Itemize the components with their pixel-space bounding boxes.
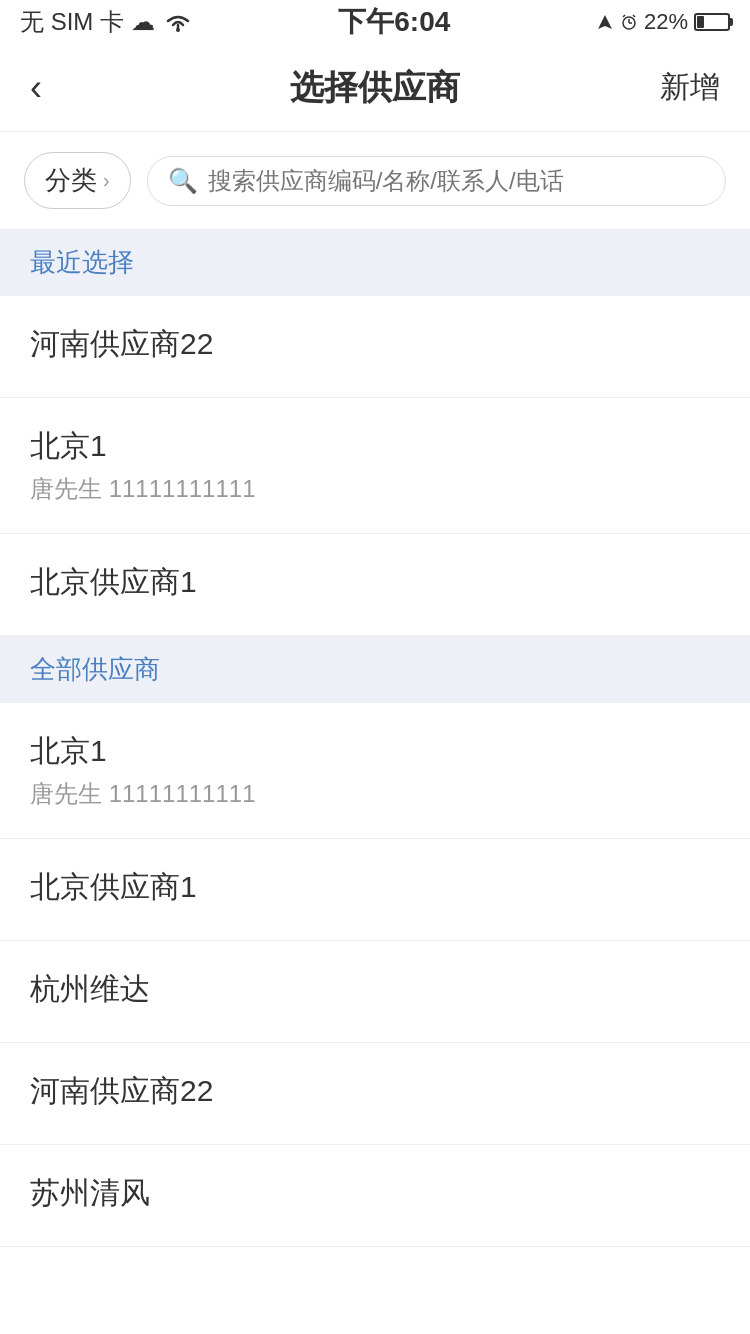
svg-marker-1	[598, 15, 612, 29]
status-right: 22%	[596, 9, 730, 35]
list-item[interactable]: 河南供应商22	[0, 1043, 750, 1145]
svg-line-6	[633, 15, 635, 17]
no-sim-text: 无 SIM 卡 ☁	[20, 6, 155, 38]
item-sub: 唐先生 11111111111	[30, 473, 720, 505]
alarm-icon	[620, 13, 638, 31]
location-icon	[596, 13, 614, 31]
list-item[interactable]: 北京供应商1	[0, 534, 750, 636]
item-name: 北京1	[30, 426, 720, 467]
list-item[interactable]: 河南供应商22	[0, 296, 750, 398]
item-name: 河南供应商22	[30, 1071, 720, 1112]
status-left: 无 SIM 卡 ☁	[20, 6, 193, 38]
back-button[interactable]: ‹	[30, 67, 90, 109]
category-filter[interactable]: 分类 ›	[24, 152, 131, 209]
item-name: 北京供应商1	[30, 867, 720, 908]
chevron-icon: ›	[103, 169, 110, 192]
list-item[interactable]: 北京1 唐先生 11111111111	[0, 398, 750, 534]
nav-bar: ‹ 选择供应商 新增	[0, 44, 750, 132]
list-item[interactable]: 苏州清风	[0, 1145, 750, 1247]
supplier-list: 最近选择河南供应商22 北京1 唐先生 11111111111 北京供应商1 全部供应商…	[0, 229, 750, 1247]
filter-bar: 分类 › 🔍	[0, 132, 750, 229]
list-item[interactable]: 杭州维达	[0, 941, 750, 1043]
search-input[interactable]	[208, 167, 705, 195]
list-item[interactable]: 北京供应商1	[0, 839, 750, 941]
section-header-all: 全部供应商	[0, 636, 750, 703]
item-name: 杭州维达	[30, 969, 720, 1010]
svg-point-0	[176, 28, 180, 32]
category-label: 分类	[45, 163, 97, 198]
battery-percent: 22%	[644, 9, 688, 35]
status-time: 下午6:04	[338, 3, 450, 41]
item-name: 北京供应商1	[30, 562, 720, 603]
page-title: 选择供应商	[90, 65, 660, 111]
svg-line-5	[623, 15, 625, 17]
search-icon: 🔍	[168, 167, 198, 195]
battery-icon	[694, 13, 730, 31]
section-header-recent: 最近选择	[0, 229, 750, 296]
item-sub: 唐先生 11111111111	[30, 778, 720, 810]
list-item[interactable]: 北京1 唐先生 11111111111	[0, 703, 750, 839]
item-name: 苏州清风	[30, 1173, 720, 1214]
wifi-icon	[163, 11, 193, 33]
new-button[interactable]: 新增	[660, 67, 720, 108]
status-bar: 无 SIM 卡 ☁ 下午6:04 22%	[0, 0, 750, 44]
item-name: 河南供应商22	[30, 324, 720, 365]
search-box[interactable]: 🔍	[147, 156, 726, 206]
item-name: 北京1	[30, 731, 720, 772]
